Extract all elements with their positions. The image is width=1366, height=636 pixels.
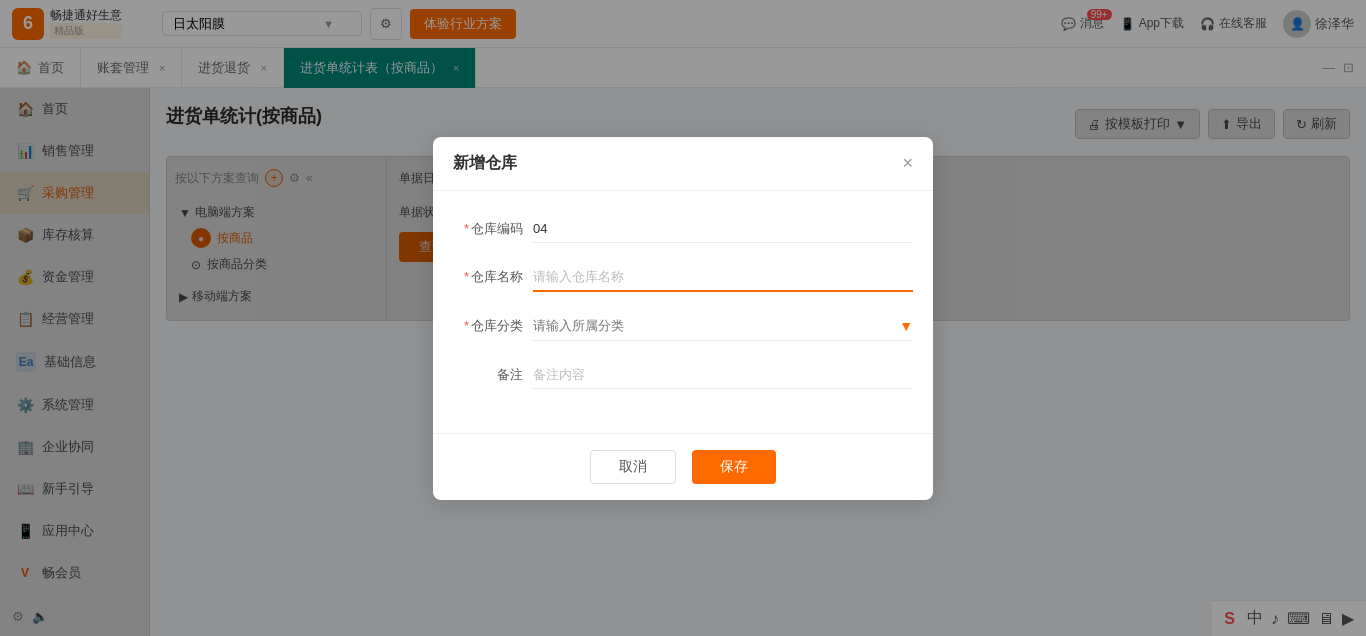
category-dropdown-icon: ▼ xyxy=(899,318,913,334)
name-label: 仓库名称 xyxy=(453,268,533,286)
code-label: 仓库编码 xyxy=(453,220,533,238)
new-warehouse-dialog: 新增仓库 × 仓库编码 仓库名称 仓库分类 ▼ xyxy=(433,137,933,500)
dialog-header: 新增仓库 × xyxy=(433,137,933,191)
dialog-overlay: 新增仓库 × 仓库编码 仓库名称 仓库分类 ▼ xyxy=(0,0,1366,636)
form-row-remark: 备注 xyxy=(453,361,913,389)
warehouse-code-input[interactable] xyxy=(533,215,913,243)
remark-label: 备注 xyxy=(453,366,533,384)
form-row-name: 仓库名称 xyxy=(453,263,913,292)
warehouse-name-input[interactable] xyxy=(533,263,913,292)
form-row-category: 仓库分类 ▼ xyxy=(453,312,913,341)
remark-input[interactable] xyxy=(533,361,913,389)
form-row-code: 仓库编码 xyxy=(453,215,913,243)
category-input[interactable] xyxy=(533,318,899,333)
save-button[interactable]: 保存 xyxy=(692,450,776,484)
cancel-button[interactable]: 取消 xyxy=(590,450,676,484)
dialog-title: 新增仓库 xyxy=(453,153,517,174)
category-label: 仓库分类 xyxy=(453,317,533,335)
dialog-close-button[interactable]: × xyxy=(902,153,913,174)
category-select[interactable]: ▼ xyxy=(533,312,913,341)
dialog-body: 仓库编码 仓库名称 仓库分类 ▼ 备注 xyxy=(433,191,933,433)
dialog-footer: 取消 保存 xyxy=(433,433,933,500)
